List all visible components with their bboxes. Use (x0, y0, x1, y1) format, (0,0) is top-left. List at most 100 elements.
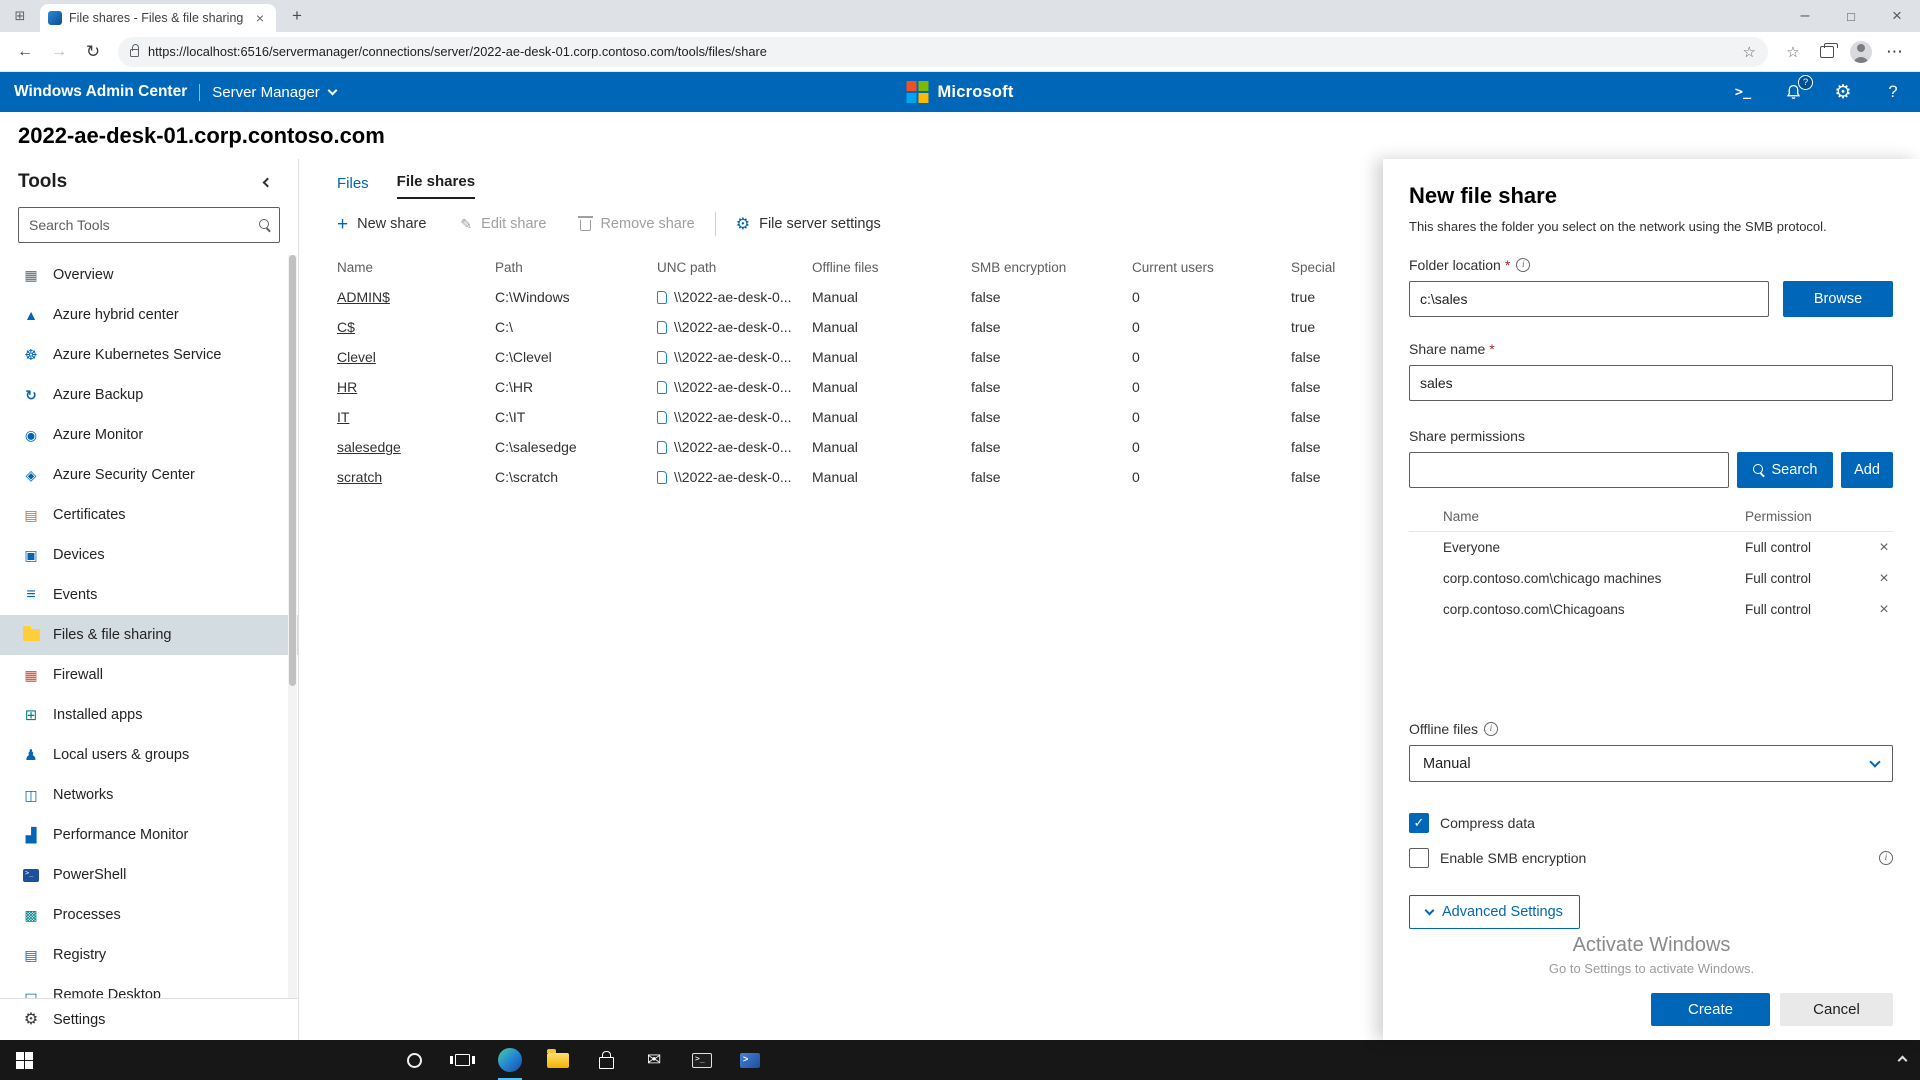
table-row[interactable]: C$ C:\ \\2022-ae-desk-0... Manual false … (337, 312, 1383, 342)
info-icon[interactable] (1879, 851, 1893, 865)
new-share-button[interactable]: New share (337, 215, 426, 234)
smb-encryption-checkbox[interactable] (1409, 848, 1429, 868)
module-switcher[interactable]: Server Manager (212, 84, 338, 101)
sidebar-item-azure-monitor[interactable]: Azure Monitor (0, 415, 298, 455)
taskbar-command-prompt-button[interactable] (678, 1040, 726, 1080)
share-name-link[interactable]: salesedge (337, 439, 401, 455)
table-row[interactable]: IT C:\IT \\2022-ae-desk-0... Manual fals… (337, 402, 1383, 432)
permissions-search-input[interactable] (1409, 452, 1729, 488)
notifications-bell-icon[interactable]: ? (1780, 75, 1813, 105)
share-name-link[interactable]: scratch (337, 469, 382, 485)
tools-search-box[interactable] (18, 207, 280, 243)
forward-icon[interactable] (44, 37, 74, 67)
sidebar-item-settings[interactable]: Settings (0, 998, 298, 1040)
sidebar-collapse-icon[interactable] (256, 171, 278, 193)
sidebar-item-azure-hybrid-center[interactable]: Azure hybrid center (0, 295, 298, 335)
sidebar-scrollbar[interactable] (288, 255, 297, 998)
sidebar-item-performance-monitor[interactable]: Performance Monitor (0, 815, 298, 855)
sidebar-item-events[interactable]: Events (0, 575, 298, 615)
settings-gear-icon[interactable] (1830, 79, 1856, 105)
collections-icon[interactable] (1820, 42, 1838, 58)
taskbar-search-button[interactable] (390, 1040, 438, 1080)
new-tab-button[interactable] (284, 3, 310, 29)
task-view-button[interactable] (438, 1040, 486, 1080)
sidebar-item-remote-desktop[interactable]: Remote Desktop (0, 975, 298, 998)
sidebar-item-processes[interactable]: Processes (0, 895, 298, 935)
advanced-settings-button[interactable]: Advanced Settings (1409, 895, 1580, 929)
table-row[interactable]: ADMIN$ C:\Windows \\2022-ae-desk-0... Ma… (337, 282, 1383, 312)
back-icon[interactable] (10, 37, 40, 67)
address-bar[interactable]: https://localhost:6516/servermanager/con… (118, 36, 1768, 67)
add-favorite-star-icon[interactable] (1743, 43, 1756, 61)
app-title[interactable]: Windows Admin Center (14, 83, 187, 101)
sidebar-item-registry[interactable]: Registry (0, 935, 298, 975)
column-header[interactable]: Special (1291, 260, 1383, 275)
tab-close-icon[interactable] (252, 10, 268, 26)
taskbar-powershell-button[interactable] (726, 1040, 774, 1080)
permissions-search-button[interactable]: Search (1737, 452, 1833, 488)
sidebar-item-certificates[interactable]: Certificates (0, 495, 298, 535)
browse-button[interactable]: Browse (1783, 281, 1893, 317)
create-button[interactable]: Create (1651, 993, 1770, 1026)
share-name-link[interactable]: IT (337, 409, 349, 425)
profile-avatar[interactable] (1850, 40, 1872, 63)
sidebar-item-azure-backup[interactable]: Azure Backup (0, 375, 298, 415)
column-header[interactable]: Offline files (812, 260, 971, 275)
remove-permission-icon[interactable] (1875, 601, 1893, 619)
powershell-console-icon[interactable]: >_ (1730, 79, 1756, 105)
browser-menu-icon[interactable] (1886, 42, 1904, 62)
share-name-link[interactable]: C$ (337, 319, 355, 335)
table-row[interactable]: HR C:\HR \\2022-ae-desk-0... Manual fals… (337, 372, 1383, 402)
info-icon[interactable] (1484, 722, 1498, 736)
help-icon[interactable]: ? (1880, 79, 1906, 105)
tab-actions-menu-icon[interactable] (8, 4, 32, 28)
taskbar-edge-button[interactable] (486, 1040, 534, 1080)
column-header[interactable]: SMB encryption (971, 260, 1132, 275)
sidebar-item-devices[interactable]: Devices (0, 535, 298, 575)
window-close-button[interactable] (1874, 0, 1920, 32)
column-header[interactable]: Name (337, 260, 495, 275)
share-name-link[interactable]: ADMIN$ (337, 289, 390, 305)
sidebar-item-files-file-sharing[interactable]: Files & file sharing (0, 615, 298, 655)
sidebar-item-azure-kubernetes[interactable]: Azure Kubernetes Service (0, 335, 298, 375)
table-row[interactable]: Clevel C:\Clevel \\2022-ae-desk-0... Man… (337, 342, 1383, 372)
search-input[interactable] (29, 217, 259, 233)
sidebar-item-networks[interactable]: Networks (0, 775, 298, 815)
taskbar-file-explorer-button[interactable] (534, 1040, 582, 1080)
tab-files[interactable]: Files (337, 175, 369, 199)
edit-share-button[interactable]: Edit share (460, 216, 546, 233)
compress-data-checkbox[interactable] (1409, 813, 1429, 833)
column-header[interactable]: UNC path (657, 260, 812, 275)
share-name-link[interactable]: Clevel (337, 349, 376, 365)
remove-permission-icon[interactable] (1875, 570, 1893, 588)
table-row[interactable]: salesedge C:\salesedge \\2022-ae-desk-0.… (337, 432, 1383, 462)
sidebar-item-firewall[interactable]: Firewall (0, 655, 298, 695)
remove-share-button[interactable]: Remove share (578, 216, 695, 232)
info-icon[interactable] (1516, 258, 1531, 272)
search-icon[interactable] (259, 219, 271, 231)
browser-tab[interactable]: File shares - Files & file sharing (40, 4, 276, 32)
sidebar-item-local-users-groups[interactable]: Local users & groups (0, 735, 298, 775)
folder-location-input[interactable] (1409, 281, 1769, 317)
taskbar-mail-button[interactable] (630, 1040, 678, 1080)
permissions-add-button[interactable]: Add (1841, 452, 1893, 488)
table-row[interactable]: scratch C:\scratch \\2022-ae-desk-0... M… (337, 462, 1383, 492)
window-minimize-button[interactable] (1782, 0, 1828, 32)
column-header[interactable]: Path (495, 260, 657, 275)
start-button[interactable] (0, 1040, 48, 1080)
site-security-lock-icon[interactable] (130, 44, 139, 57)
sidebar-item-azure-security-center[interactable]: Azure Security Center (0, 455, 298, 495)
column-header[interactable]: Current users (1132, 260, 1291, 275)
window-maximize-button[interactable] (1828, 0, 1874, 32)
remove-permission-icon[interactable] (1875, 539, 1893, 557)
sidebar-item-powershell[interactable]: PowerShell (0, 855, 298, 895)
tab-file-shares[interactable]: File shares (396, 173, 476, 199)
offline-files-dropdown[interactable]: Manual (1409, 745, 1893, 782)
sidebar-item-installed-apps[interactable]: Installed apps (0, 695, 298, 735)
file-server-settings-button[interactable]: File server settings (736, 214, 881, 234)
cancel-button[interactable]: Cancel (1780, 993, 1893, 1026)
url-text[interactable]: https://localhost:6516/servermanager/con… (148, 44, 1734, 59)
taskbar-store-button[interactable] (582, 1040, 630, 1080)
share-name-link[interactable]: HR (337, 379, 357, 395)
share-name-input[interactable] (1409, 365, 1893, 401)
